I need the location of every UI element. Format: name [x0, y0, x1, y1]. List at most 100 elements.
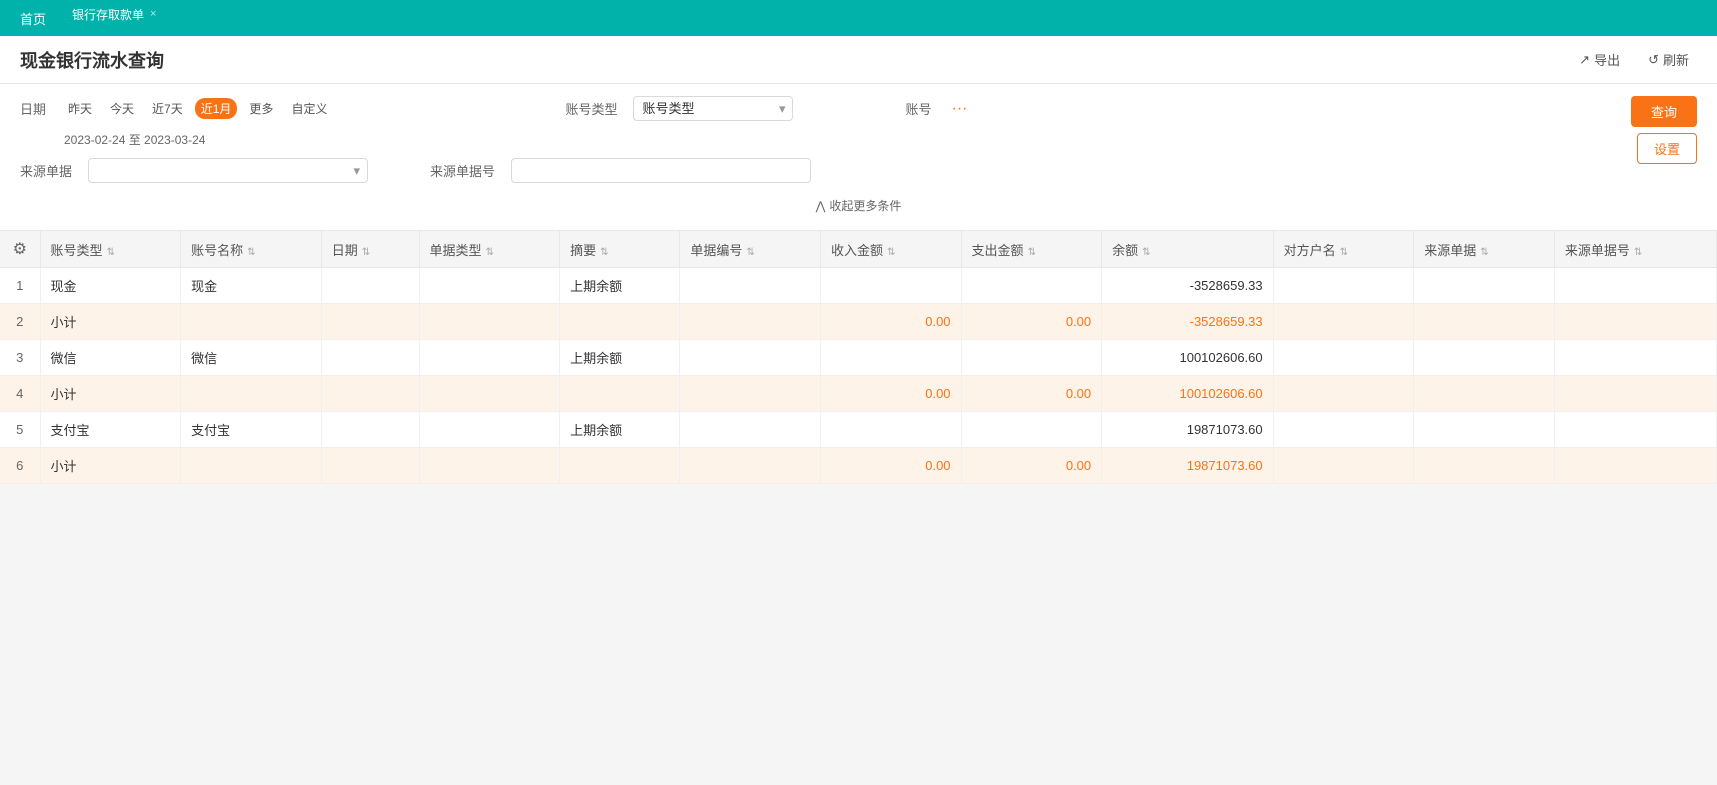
account-dots-btn[interactable]: ···	[947, 100, 971, 118]
col-header-doc_no: 单据编号⇅	[680, 231, 821, 268]
cell-account_type: 现金	[40, 268, 181, 304]
sort-icon[interactable]: ⇅	[362, 247, 370, 258]
cell-index: 5	[0, 412, 40, 448]
table-body: 1现金现金上期余额-3528659.332小计0.000.00-3528659.…	[0, 268, 1717, 484]
cell-counterpart	[1273, 268, 1414, 304]
sort-icon[interactable]: ⇅	[600, 247, 608, 258]
col-header-counterpart: 对方户名⇅	[1273, 231, 1414, 268]
account-type-label: 账号类型	[565, 99, 617, 118]
source-doc-select-wrapper	[88, 158, 368, 183]
col-header-gear: ⚙	[0, 231, 40, 268]
date-shortcuts: 昨天今天近7天近1月更多自定义	[62, 98, 333, 119]
cell-account_name: 支付宝	[181, 412, 322, 448]
cell-source_doc	[1414, 412, 1555, 448]
source-doc-select[interactable]	[88, 158, 368, 183]
cell-summary: 上期余额	[560, 268, 680, 304]
export-button[interactable]: ↗ 导出	[1571, 46, 1628, 73]
cell-doc_no	[680, 448, 821, 484]
sort-icon[interactable]: ⇅	[247, 247, 255, 258]
col-header-expense: 支出金额⇅	[961, 231, 1102, 268]
account-type-select-wrapper: 账号类型	[633, 96, 793, 121]
refresh-button[interactable]: ↺ 刷新	[1640, 46, 1697, 73]
page-title: 现金银行流水查询	[20, 47, 164, 73]
collapse-icon: ⋀	[816, 199, 826, 213]
sort-icon[interactable]: ⇅	[1480, 247, 1488, 258]
sort-icon[interactable]: ⇅	[1142, 247, 1150, 258]
cell-source_doc_no	[1554, 448, 1716, 484]
cell-summary: 上期余额	[560, 340, 680, 376]
cell-account_name	[181, 376, 322, 412]
gear-icon[interactable]: ⚙	[13, 241, 27, 258]
col-header-account_name: 账号名称⇅	[181, 231, 322, 268]
sort-icon[interactable]: ⇅	[1634, 247, 1642, 258]
date-shortcut-近7天[interactable]: 近7天	[146, 98, 189, 119]
source-doc-no-label: 来源单据号	[430, 161, 495, 180]
col-header-account_type: 账号类型⇅	[40, 231, 181, 268]
cell-counterpart	[1273, 448, 1414, 484]
date-shortcut-更多[interactable]: 更多	[243, 98, 279, 119]
cell-index: 4	[0, 376, 40, 412]
cell-doc_no	[680, 376, 821, 412]
cell-doc_type	[419, 448, 560, 484]
cell-source_doc	[1414, 376, 1555, 412]
cell-source_doc	[1414, 268, 1555, 304]
cell-source_doc	[1414, 340, 1555, 376]
cell-balance: 100102606.60	[1102, 340, 1273, 376]
cell-balance: 19871073.60	[1102, 412, 1273, 448]
collapse-btn[interactable]: ⋀ 收起更多条件	[20, 193, 1697, 218]
cell-doc_type	[419, 412, 560, 448]
settings-button[interactable]: 设置	[1637, 133, 1697, 164]
close-tab-icon[interactable]: ×	[150, 8, 156, 20]
cell-expense	[961, 268, 1102, 304]
cell-summary	[560, 376, 680, 412]
cell-income	[820, 412, 961, 448]
filter-row-2: 来源单据 来源单据号	[20, 158, 1611, 183]
cell-counterpart	[1273, 376, 1414, 412]
cell-income	[820, 268, 961, 304]
cell-date	[321, 340, 419, 376]
cell-date	[321, 304, 419, 340]
date-shortcut-近1月[interactable]: 近1月	[195, 98, 238, 119]
filter-row-1: 日期 昨天今天近7天近1月更多自定义 账号类型 账号类型 账号 ···	[20, 96, 1611, 121]
cell-account_name	[181, 304, 322, 340]
cell-account_type: 微信	[40, 340, 181, 376]
col-header-balance: 余额⇅	[1102, 231, 1273, 268]
nav-tab-银行存取款单[interactable]: 银行存取款单×	[60, 0, 192, 28]
cell-source_doc_no	[1554, 268, 1716, 304]
date-shortcut-自定义[interactable]: 自定义	[285, 98, 333, 119]
source-doc-no-input[interactable]	[511, 158, 811, 183]
col-header-source_doc_no: 来源单据号⇅	[1554, 231, 1716, 268]
cell-index: 1	[0, 268, 40, 304]
sort-icon[interactable]: ⇅	[1340, 247, 1348, 258]
sort-icon[interactable]: ⇅	[1028, 247, 1036, 258]
cell-income: 0.00	[820, 304, 961, 340]
cell-expense	[961, 412, 1102, 448]
table-row: 6小计0.000.0019871073.60	[0, 448, 1717, 484]
cell-source_doc	[1414, 448, 1555, 484]
page-header: 现金银行流水查询 ↗ 导出 ↺ 刷新	[0, 36, 1717, 84]
cell-account_type: 小计	[40, 304, 181, 340]
table-row: 5支付宝支付宝上期余额19871073.60	[0, 412, 1717, 448]
cell-expense: 0.00	[961, 304, 1102, 340]
account-label: 账号	[905, 99, 931, 118]
query-button[interactable]: 查询	[1631, 96, 1697, 127]
cell-income: 0.00	[820, 376, 961, 412]
sort-icon[interactable]: ⇅	[887, 247, 895, 258]
cell-account_type: 支付宝	[40, 412, 181, 448]
date-shortcut-今天[interactable]: 今天	[104, 98, 140, 119]
cell-account_type: 小计	[40, 376, 181, 412]
cell-source_doc_no	[1554, 304, 1716, 340]
nav-tabs: 收款单×付款单×其他收入单×应收应付调整单×银行存取款单×预收冲应收单×收款核销…	[60, 0, 192, 36]
date-shortcut-昨天[interactable]: 昨天	[62, 98, 98, 119]
sort-icon[interactable]: ⇅	[486, 247, 494, 258]
sort-icon[interactable]: ⇅	[746, 247, 754, 258]
cell-doc_type	[419, 304, 560, 340]
account-type-select[interactable]: 账号类型	[633, 96, 793, 121]
cell-index: 6	[0, 448, 40, 484]
cell-source_doc_no	[1554, 340, 1716, 376]
cell-balance: 19871073.60	[1102, 448, 1273, 484]
nav-home[interactable]: 首页	[8, 9, 58, 28]
cell-source_doc	[1414, 304, 1555, 340]
sort-icon[interactable]: ⇅	[107, 247, 115, 258]
nav-tab-预收冲应收单[interactable]: 预收冲应收单×	[60, 28, 192, 36]
